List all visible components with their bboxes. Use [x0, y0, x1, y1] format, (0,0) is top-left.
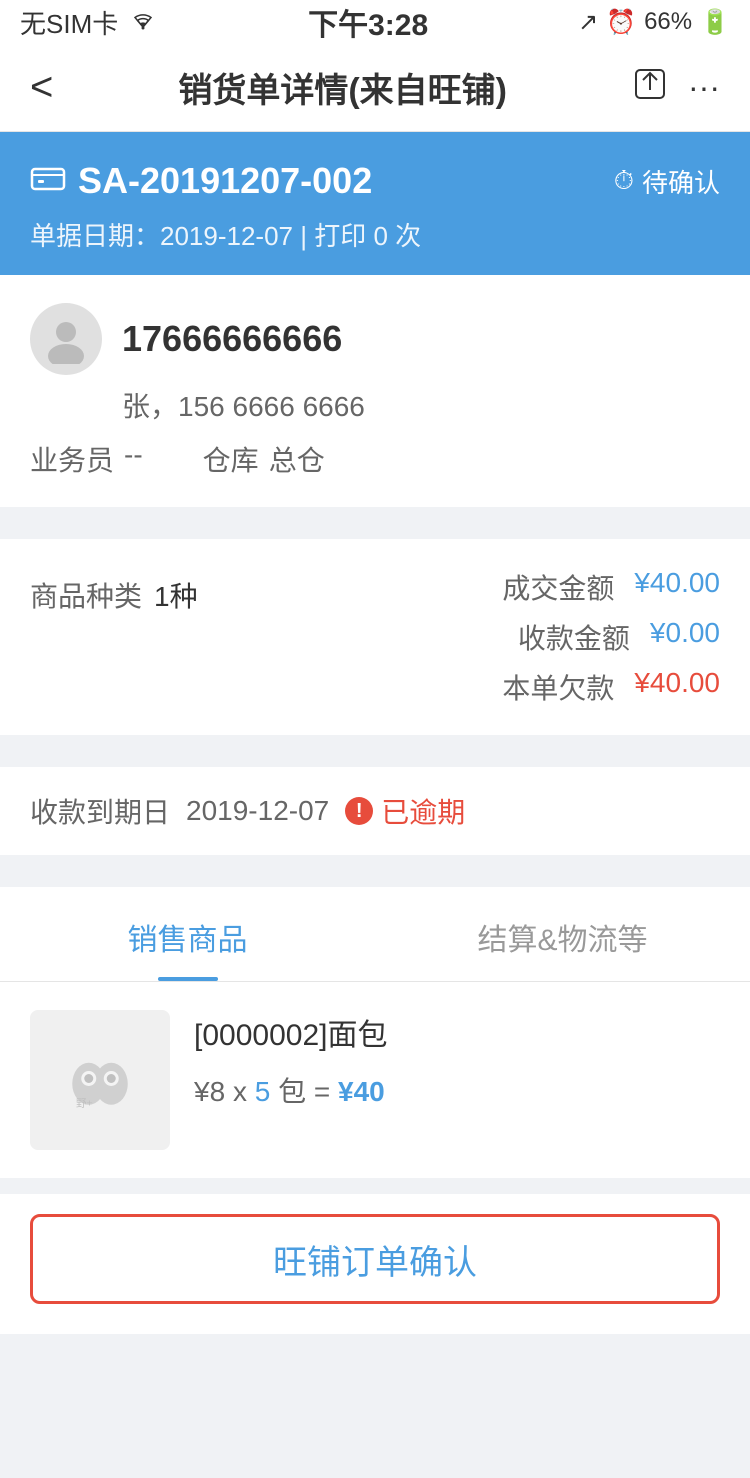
confirm-order-button[interactable]: 旺铺订单确认 — [30, 1214, 720, 1304]
deal-amount-label: 成交金额 — [502, 567, 614, 607]
product-type-label: 商品种类 — [30, 575, 142, 615]
status-time: 下午3:28 — [308, 0, 428, 44]
status-left: 无SIM卡 — [20, 4, 158, 41]
battery-level: 66% — [644, 8, 692, 36]
salesman-value: -- — [124, 439, 143, 479]
customer-phone: 17666666666 — [122, 318, 342, 360]
tab-settlement[interactable]: 结算&物流等 — [375, 887, 750, 981]
customer-section: 17666666666 张，156 6666 6666 业务员 -- 仓库 总仓 — [0, 275, 750, 507]
amount-group: 成交金额 ¥40.00 收款金额 ¥0.00 本单欠款 ¥40.00 — [502, 567, 720, 707]
more-button[interactable]: ··· — [688, 69, 720, 106]
product-item: 野+ [0000002]面包 ¥8 x 5 包 = ¥40 — [0, 982, 750, 1178]
overdue-badge: ! 已逾期 — [345, 791, 465, 831]
product-price: ¥8 x 5 包 = ¥40 — [194, 1070, 720, 1110]
order-status: ⏱ 待确认 — [614, 163, 720, 200]
summary-section: 商品种类 1种 成交金额 ¥40.00 收款金额 ¥0.00 本单欠款 ¥40.… — [0, 539, 750, 735]
due-date-label: 收款到期日 — [30, 791, 170, 831]
status-right: ↗ ⏰ 66% 🔋 — [578, 8, 730, 37]
tab-products[interactable]: 销售商品 — [0, 887, 375, 981]
order-date: 单据日期：2019-12-07 | 打印 0 次 — [30, 216, 720, 253]
quantity-value: 5 — [255, 1076, 271, 1107]
clock-icon: ⏱ — [614, 165, 634, 197]
salesman-label: 业务员 — [30, 439, 114, 479]
sim-status: 无SIM卡 — [20, 4, 118, 41]
tabs-section: 销售商品 结算&物流等 — [0, 887, 750, 982]
bottom-bar: 旺铺订单确认 — [0, 1194, 750, 1334]
due-date-value: 2019-12-07 — [186, 795, 329, 827]
due-section: 收款到期日 2019-12-07 ! 已逾期 — [0, 767, 750, 855]
overdue-icon: ! — [345, 797, 373, 825]
price-value: ¥8 — [194, 1076, 225, 1107]
unit-label: 包 — [278, 1076, 306, 1107]
svg-text:野+: 野+ — [76, 1097, 93, 1109]
wifi-icon — [128, 7, 158, 38]
product-type-group: 商品种类 1种 — [30, 567, 198, 615]
order-header: SA-20191207-002 ⏱ 待确认 单据日期：2019-12-07 | … — [0, 132, 750, 275]
share-button[interactable] — [632, 66, 668, 110]
divider-1 — [0, 523, 750, 539]
received-label: 收款金额 — [518, 617, 630, 657]
balance-label: 本单欠款 — [502, 667, 614, 707]
balance-value: ¥40.00 — [634, 667, 720, 707]
nav-bar: < 销货单详情(来自旺铺) ··· — [0, 44, 750, 132]
status-text: 待确认 — [642, 163, 720, 200]
status-bar: 无SIM卡 下午3:28 ↗ ⏰ 66% 🔋 — [0, 0, 750, 44]
equals-sign: = — [314, 1076, 338, 1107]
total-value: ¥40 — [338, 1076, 385, 1107]
divider-3 — [0, 871, 750, 887]
warehouse-label: 仓库 — [203, 439, 259, 479]
battery-icon: 🔋 — [700, 8, 730, 37]
product-type-value: 1种 — [154, 575, 198, 615]
page-title: 销货单详情(来自旺铺) — [178, 63, 507, 112]
product-info: [0000002]面包 ¥8 x 5 包 = ¥40 — [194, 1010, 720, 1110]
order-id: SA-20191207-002 — [78, 160, 372, 202]
nav-actions: ··· — [632, 66, 720, 110]
product-thumbnail: 野+ — [30, 1010, 170, 1150]
back-button[interactable]: < — [30, 65, 53, 110]
divider-2 — [0, 751, 750, 767]
avatar — [30, 303, 102, 375]
tabs: 销售商品 结算&物流等 — [0, 887, 750, 981]
products-section: 野+ [0000002]面包 ¥8 x 5 包 = ¥40 — [0, 982, 750, 1178]
product-name: [0000002]面包 — [194, 1010, 720, 1054]
customer-meta: 业务员 -- 仓库 总仓 — [30, 439, 720, 479]
alarm-icon: ⏰ — [606, 8, 636, 37]
order-icon — [30, 163, 66, 199]
location-icon: ↗ — [578, 8, 598, 37]
price-multiplier: x — [233, 1076, 255, 1107]
received-value: ¥0.00 — [650, 617, 720, 657]
deal-amount-value: ¥40.00 — [634, 567, 720, 607]
warehouse-value: 总仓 — [269, 439, 325, 479]
customer-name: 张，156 6666 6666 — [30, 385, 720, 425]
overdue-text: 已逾期 — [381, 791, 465, 831]
